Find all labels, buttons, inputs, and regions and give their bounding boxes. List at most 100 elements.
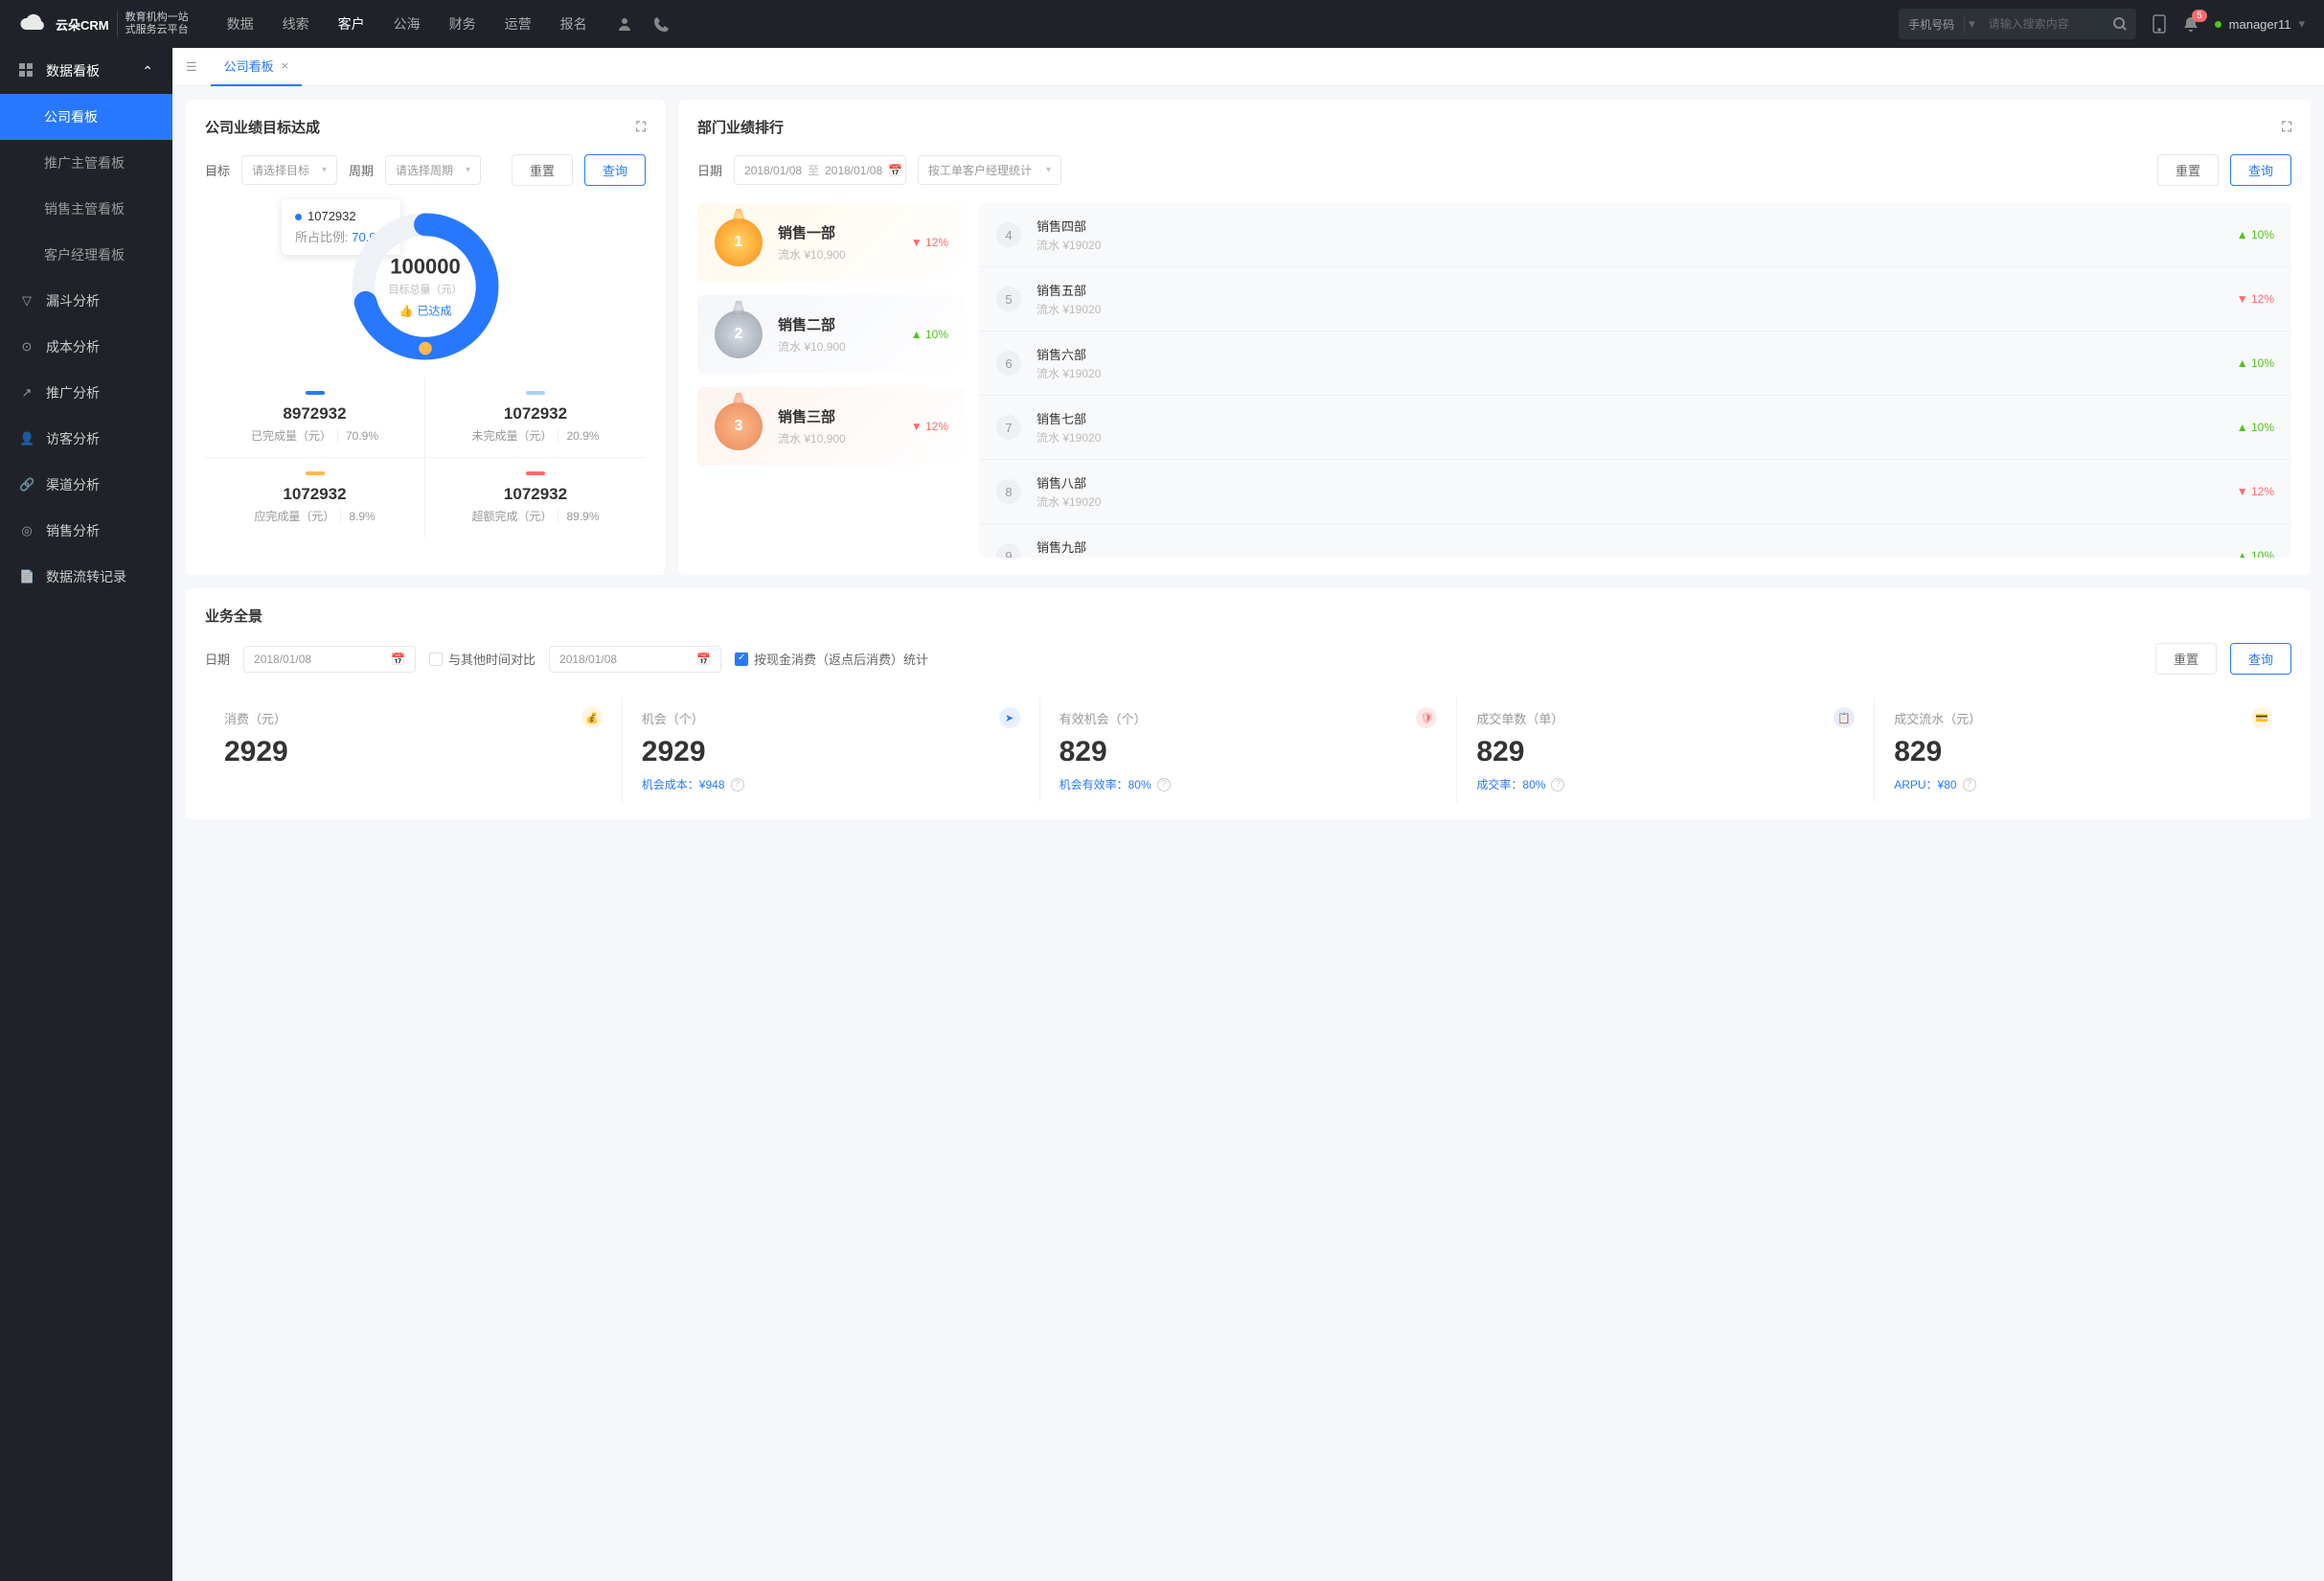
nav-item-6[interactable]: 报名: [560, 14, 587, 34]
nav-item-3[interactable]: 公海: [394, 14, 421, 34]
stat-by-select[interactable]: 按工单客户经理统计▾: [918, 155, 1061, 185]
query-button[interactable]: 查询: [584, 154, 646, 186]
medal-icon: 3: [715, 402, 763, 450]
sidebar-item-5[interactable]: ◎销售分析: [0, 508, 172, 554]
rank-list[interactable]: 4销售四部流水 ¥19020▲ 10%5销售五部流水 ¥19020▼ 12%6销…: [979, 203, 2291, 558]
expand-icon[interactable]: ⛶: [636, 119, 646, 135]
calendar-icon: 📅: [888, 164, 902, 177]
status-dot: [2215, 21, 2221, 28]
panel-title: 业务全景: [205, 606, 262, 626]
target-select[interactable]: 请选择目标▾: [241, 155, 337, 185]
date-picker-2[interactable]: 2018/01/08 📅: [549, 646, 721, 673]
help-icon[interactable]: ?: [1551, 778, 1564, 791]
mobile-icon[interactable]: [2152, 13, 2167, 34]
menu-icon: 🔗: [19, 477, 34, 493]
sidebar-item-1[interactable]: ⊙成本分析: [0, 324, 172, 370]
nav-item-1[interactable]: 线索: [283, 14, 309, 34]
sidebar-group-dashboard[interactable]: 数据看板 ⌃: [0, 48, 172, 94]
date-picker-1[interactable]: 2018/01/08 📅: [243, 646, 416, 673]
sidebar-sub-1[interactable]: 推广主管看板: [0, 140, 172, 186]
rank-number: 5: [996, 286, 1021, 311]
biz-stat-0: 消费（元）💰2929: [205, 698, 623, 802]
user-menu[interactable]: manager11 ▾: [2215, 16, 2305, 32]
notification-badge: 5: [2192, 10, 2207, 22]
nav-item-2[interactable]: 客户: [338, 14, 365, 34]
username: manager11: [2229, 17, 2291, 32]
brand-name: 云朵CRM: [56, 15, 109, 34]
search-input[interactable]: [1979, 17, 2113, 31]
notification-bell[interactable]: 5: [2182, 15, 2199, 33]
sidebar-item-4[interactable]: 🔗渠道分析: [0, 462, 172, 508]
nav-item-0[interactable]: 数据: [227, 14, 254, 34]
donut-status: 👍 已达成: [389, 303, 463, 319]
panel-title: 部门业绩排行: [697, 117, 784, 137]
trend-indicator: ▲ 10%: [911, 328, 948, 341]
donut-chart-area: 1072932 所占比例: 70.9% 100000 目标总量（: [205, 186, 646, 547]
donut-label: 目标总量（元）: [389, 282, 463, 297]
menu-icon: ⊙: [19, 339, 34, 355]
sidebar-item-3[interactable]: 👤访客分析: [0, 416, 172, 462]
date-range-picker[interactable]: 2018/01/08 至 2018/01/08 📅: [734, 155, 906, 185]
tab-company-board[interactable]: 公司看板 ×: [211, 48, 303, 86]
sidebar-toggle-icon[interactable]: ☰: [186, 59, 197, 75]
rank-row: 4销售四部流水 ¥19020▲ 10%: [979, 203, 2291, 267]
date-label: 日期: [205, 650, 230, 668]
help-icon[interactable]: ?: [1157, 778, 1171, 791]
biz-stat-1: 机会（个）➤2929机会成本：¥948?: [623, 698, 1040, 802]
logo: 云朵CRM 教育机构一站式服务云平台: [19, 11, 189, 36]
period-label: 周期: [349, 161, 374, 179]
sidebar-item-0[interactable]: ▽漏斗分析: [0, 278, 172, 324]
cash-checkbox[interactable]: 按现金消费（返点后消费）统计: [735, 650, 928, 668]
compare-checkbox[interactable]: 与其他时间对比: [429, 650, 535, 668]
help-icon[interactable]: ?: [1963, 778, 1976, 791]
period-select[interactable]: 请选择周期▾: [385, 155, 481, 185]
phone-icon[interactable]: [652, 15, 670, 33]
trend-indicator: ▼ 12%: [911, 236, 948, 249]
checkbox-box: [429, 653, 443, 666]
search-icon[interactable]: [2113, 17, 2127, 31]
sidebar-sub-2[interactable]: 销售主管看板: [0, 186, 172, 232]
query-button[interactable]: 查询: [2230, 154, 2291, 186]
calendar-icon: 📅: [391, 653, 405, 666]
rank-row: 9销售九部流水 ¥19020▲ 10%: [979, 524, 2291, 558]
expand-icon[interactable]: ⛶: [2282, 119, 2291, 135]
target-stat: 1072932未完成量（元）20.9%: [425, 378, 646, 458]
user-icon[interactable]: [616, 15, 633, 33]
nav-item-4[interactable]: 财务: [449, 14, 476, 34]
stat-icon: 📋: [1834, 707, 1855, 728]
panel-title: 公司业绩目标达成: [205, 117, 320, 137]
sidebar-sub-3[interactable]: 客户经理看板: [0, 232, 172, 278]
target-label: 目标: [205, 161, 230, 179]
trend-indicator: ▼ 12%: [2237, 292, 2274, 306]
nav-item-5[interactable]: 运营: [505, 14, 532, 34]
panel-target-achievement: 公司业绩目标达成 ⛶ 目标 请选择目标▾ 周期 请选择周期▾ 重置: [186, 100, 665, 575]
menu-icon: 👤: [19, 431, 34, 447]
query-button[interactable]: 查询: [2230, 643, 2291, 675]
stat-icon: ➤: [999, 707, 1020, 728]
rank-number: 7: [996, 415, 1021, 440]
thumbs-up-icon: 👍: [399, 304, 414, 317]
stat-icon: 🛡: [1416, 707, 1437, 728]
tab-bar: ☰ 公司看板 ×: [172, 48, 2324, 86]
dashboard-icon: [19, 63, 34, 79]
biz-stat-3: 成交单数（单）📋829成交率：80%?: [1457, 698, 1875, 802]
donut-total: 100000: [389, 255, 463, 280]
reset-button[interactable]: 重置: [2157, 154, 2219, 186]
search-type-select[interactable]: 手机号码: [1908, 16, 1965, 33]
help-icon[interactable]: ?: [731, 778, 744, 791]
close-icon[interactable]: ×: [282, 58, 289, 73]
sidebar-item-6[interactable]: 📄数据流转记录: [0, 554, 172, 600]
checkbox-box: [735, 653, 748, 666]
trend-indicator: ▼ 12%: [911, 420, 948, 433]
top-nav: 数据 线索 客户 公海 财务 运营 报名: [227, 14, 587, 34]
biz-stat-4: 成交流水（元）💳829ARPU：¥80?: [1875, 698, 2291, 802]
rank-number: 6: [996, 351, 1021, 376]
trend-indicator: ▲ 10%: [2237, 549, 2274, 558]
reset-button[interactable]: 重置: [512, 154, 573, 186]
menu-icon: ▽: [19, 293, 34, 309]
sidebar-sub-0[interactable]: 公司看板: [0, 94, 172, 140]
search-box: 手机号码 ▾: [1899, 9, 2136, 39]
reset-button[interactable]: 重置: [2155, 643, 2217, 675]
menu-icon: ↗: [19, 385, 34, 401]
sidebar-item-2[interactable]: ↗推广分析: [0, 370, 172, 416]
